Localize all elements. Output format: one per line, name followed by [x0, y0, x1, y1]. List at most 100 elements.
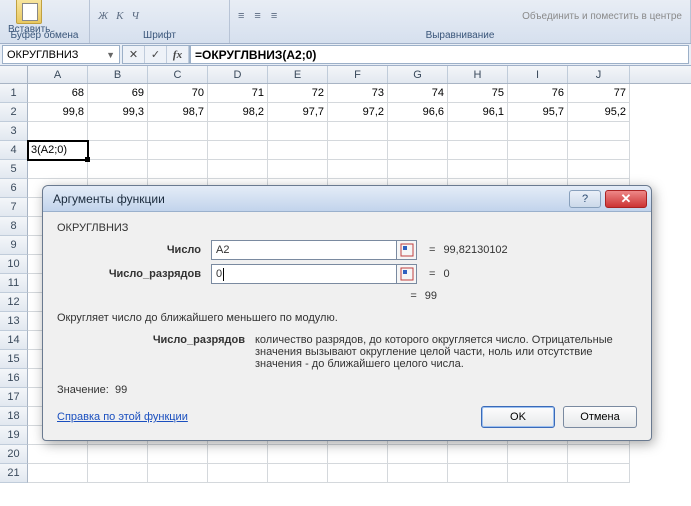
cell[interactable]: [28, 122, 88, 141]
row-header[interactable]: 11: [0, 274, 28, 293]
cell[interactable]: [568, 445, 630, 464]
cell[interactable]: [268, 464, 328, 483]
enter-formula-button[interactable]: ✓: [145, 46, 167, 63]
cell[interactable]: [508, 445, 568, 464]
row-header[interactable]: 20: [0, 445, 28, 464]
cell[interactable]: [28, 464, 88, 483]
cell[interactable]: [448, 445, 508, 464]
align-left-icon[interactable]: ≡: [238, 10, 244, 22]
row-header[interactable]: 5: [0, 160, 28, 179]
cell[interactable]: [388, 141, 448, 160]
cell[interactable]: [388, 160, 448, 179]
row-header[interactable]: 4: [0, 141, 28, 160]
cell[interactable]: [208, 160, 268, 179]
column-header[interactable]: A: [28, 66, 88, 83]
row-header[interactable]: 18: [0, 407, 28, 426]
cell[interactable]: [448, 122, 508, 141]
column-header[interactable]: H: [448, 66, 508, 83]
formula-input[interactable]: =ОКРУГЛВНИЗ(A2;0): [190, 45, 689, 64]
cell[interactable]: [208, 445, 268, 464]
row-header[interactable]: 21: [0, 464, 28, 483]
cell[interactable]: [88, 464, 148, 483]
cell[interactable]: 98,7: [148, 103, 208, 122]
row-header[interactable]: 1: [0, 84, 28, 103]
row-header[interactable]: 19: [0, 426, 28, 445]
cell[interactable]: [148, 464, 208, 483]
cell[interactable]: 72: [268, 84, 328, 103]
cell[interactable]: [568, 141, 630, 160]
cell[interactable]: [88, 445, 148, 464]
column-header[interactable]: E: [268, 66, 328, 83]
row-header[interactable]: 16: [0, 369, 28, 388]
column-header[interactable]: F: [328, 66, 388, 83]
row-header[interactable]: 7: [0, 198, 28, 217]
close-button[interactable]: ✕: [605, 190, 647, 208]
italic-icon[interactable]: К: [116, 10, 123, 22]
range-selector-button[interactable]: [397, 240, 417, 260]
cell[interactable]: [148, 122, 208, 141]
cell[interactable]: [508, 141, 568, 160]
cell[interactable]: [508, 464, 568, 483]
cell[interactable]: [328, 122, 388, 141]
row-header[interactable]: 12: [0, 293, 28, 312]
cell[interactable]: [388, 445, 448, 464]
underline-icon[interactable]: Ч: [131, 10, 139, 22]
cell[interactable]: 97,7: [268, 103, 328, 122]
cell[interactable]: 70: [148, 84, 208, 103]
cell[interactable]: [268, 160, 328, 179]
cell[interactable]: [268, 445, 328, 464]
column-header[interactable]: I: [508, 66, 568, 83]
cell[interactable]: 99,8: [28, 103, 88, 122]
cell[interactable]: [328, 160, 388, 179]
row-header[interactable]: 6: [0, 179, 28, 198]
align-center-icon[interactable]: ≡: [254, 10, 260, 22]
column-header[interactable]: J: [568, 66, 630, 83]
cell[interactable]: 76: [508, 84, 568, 103]
cell[interactable]: [88, 122, 148, 141]
cell[interactable]: [448, 141, 508, 160]
cell[interactable]: [28, 160, 88, 179]
column-header[interactable]: G: [388, 66, 448, 83]
dialog-titlebar[interactable]: Аргументы функции ? ✕: [43, 186, 651, 212]
cell[interactable]: [508, 160, 568, 179]
cell[interactable]: 69: [88, 84, 148, 103]
cell[interactable]: [268, 141, 328, 160]
cell[interactable]: 71: [208, 84, 268, 103]
cell[interactable]: 74: [388, 84, 448, 103]
cell[interactable]: [508, 122, 568, 141]
align-right-icon[interactable]: ≡: [271, 10, 277, 22]
row-header[interactable]: 8: [0, 217, 28, 236]
help-link[interactable]: Справка по этой функции: [57, 411, 473, 423]
column-header[interactable]: D: [208, 66, 268, 83]
chevron-down-icon[interactable]: ▼: [106, 50, 115, 60]
cell[interactable]: [28, 445, 88, 464]
cell[interactable]: [208, 464, 268, 483]
row-header[interactable]: 14: [0, 331, 28, 350]
cell[interactable]: [568, 464, 630, 483]
fx-button[interactable]: fx: [167, 46, 189, 63]
cell[interactable]: [568, 160, 630, 179]
cell[interactable]: [568, 122, 630, 141]
cell[interactable]: [148, 160, 208, 179]
cancel-button[interactable]: Отмена: [563, 406, 637, 428]
cell[interactable]: [88, 141, 148, 160]
cell[interactable]: 95,7: [508, 103, 568, 122]
bold-icon[interactable]: Ж: [98, 10, 108, 22]
cell[interactable]: [328, 464, 388, 483]
row-header[interactable]: 17: [0, 388, 28, 407]
column-header[interactable]: B: [88, 66, 148, 83]
cell[interactable]: [388, 122, 448, 141]
cell[interactable]: [148, 141, 208, 160]
row-header[interactable]: 9: [0, 236, 28, 255]
row-header[interactable]: 15: [0, 350, 28, 369]
row-header[interactable]: 10: [0, 255, 28, 274]
cell[interactable]: 97,2: [328, 103, 388, 122]
cell[interactable]: 75: [448, 84, 508, 103]
cell[interactable]: 96,6: [388, 103, 448, 122]
cancel-formula-button[interactable]: ✕: [123, 46, 145, 63]
cell[interactable]: [448, 160, 508, 179]
cell[interactable]: 68: [28, 84, 88, 103]
arg2-input[interactable]: 0: [211, 264, 397, 284]
row-header[interactable]: 2: [0, 103, 28, 122]
cell[interactable]: 98,2: [208, 103, 268, 122]
